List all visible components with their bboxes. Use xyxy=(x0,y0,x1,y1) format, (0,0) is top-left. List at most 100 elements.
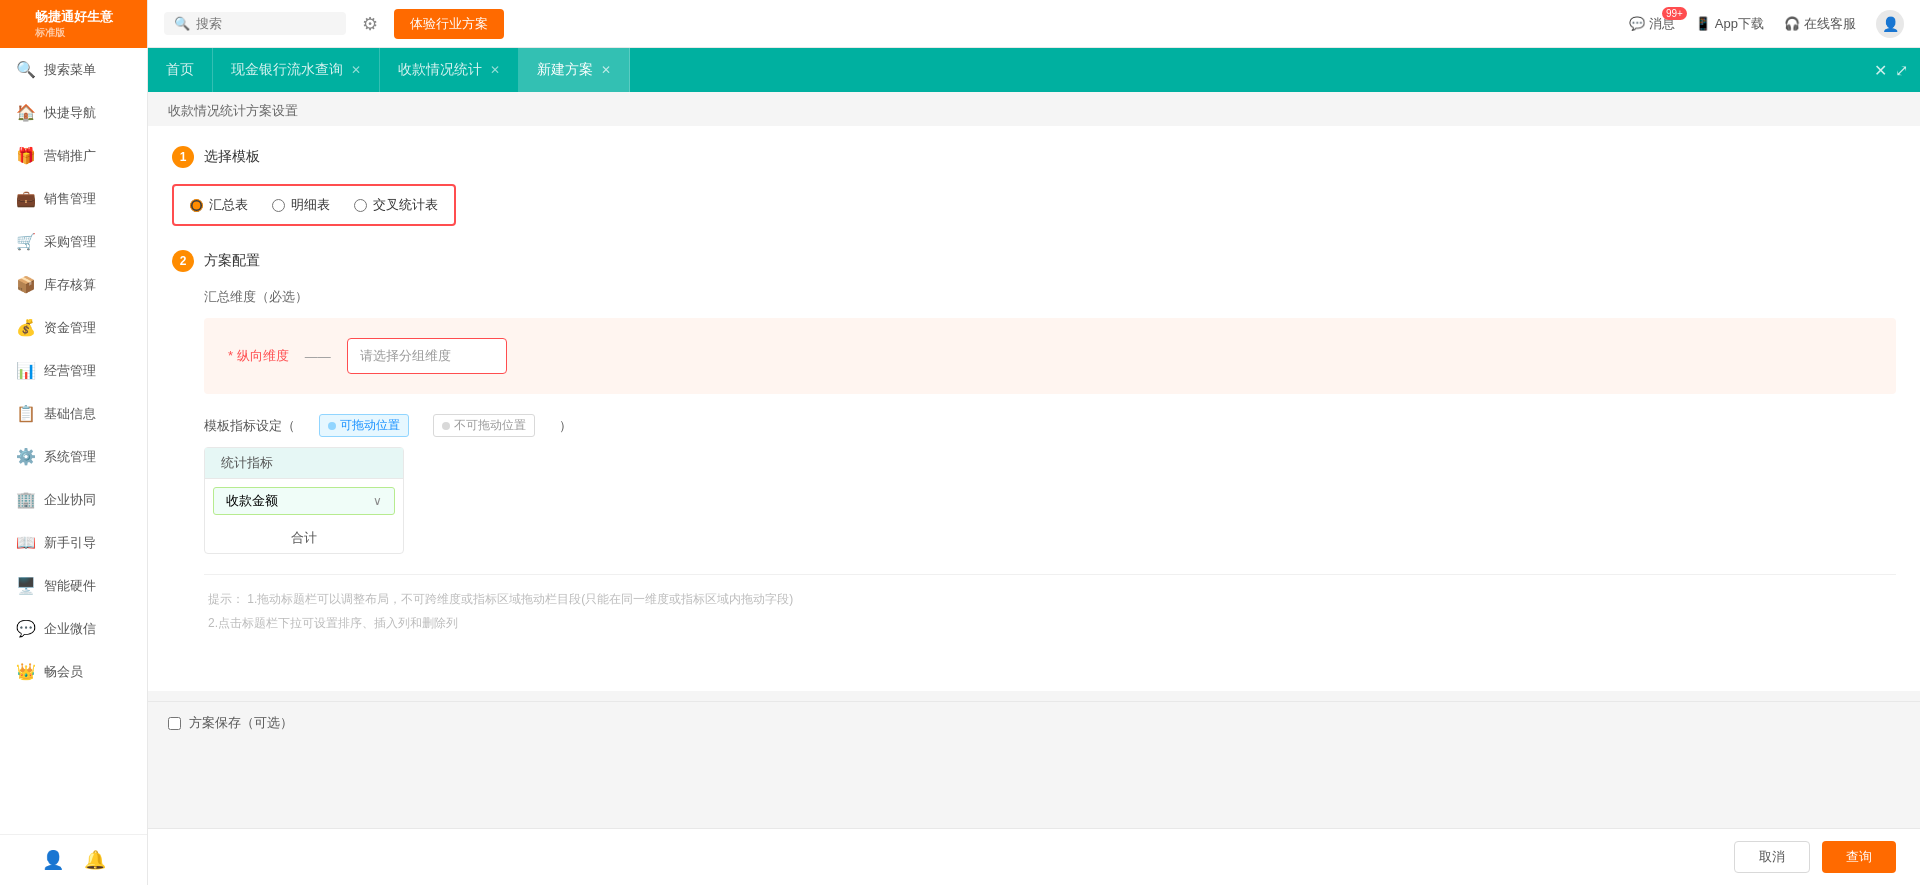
sidebar-item-inventory[interactable]: 📦 库存核算 xyxy=(0,263,147,306)
metrics-col: 收款金额 ∨ 合计 xyxy=(205,487,403,553)
metrics-col-header[interactable]: 收款金额 ∨ xyxy=(213,487,395,515)
tabbar: 首页 现金银行流水查询 ✕ 收款情况统计 ✕ 新建方案 ✕ ✕ ⤢ xyxy=(148,48,1920,92)
tab-home-label: 首页 xyxy=(166,61,194,79)
topbar-search-box[interactable]: 🔍 xyxy=(164,12,346,35)
metrics-section-close: ） xyxy=(559,417,572,435)
metrics-row-total: 合计 xyxy=(205,523,403,553)
save-plan-checkbox[interactable] xyxy=(168,717,181,730)
message-icon: 💬 xyxy=(1629,16,1645,31)
search-input[interactable] xyxy=(196,16,336,31)
step1-num: 1 xyxy=(172,146,194,168)
dim-arrow: —— xyxy=(305,349,331,364)
plan-config: 汇总维度（必选） 纵向维度 —— 请选择分组维度 模板指标设定（ xyxy=(172,288,1896,647)
footer-bar: 方案保存（可选） xyxy=(148,701,1920,744)
step2-section: 2 方案配置 汇总维度（必选） 纵向维度 —— 请选择分组维度 xyxy=(172,250,1896,647)
sidebar-item-basic[interactable]: 📋 基础信息 xyxy=(0,392,147,435)
sidebar-item-label-wechat: 企业微信 xyxy=(44,620,96,638)
template-option-summary[interactable]: 汇总表 xyxy=(190,196,248,214)
book-icon: 📖 xyxy=(16,533,36,552)
sidebar-item-operation[interactable]: 📊 经营管理 xyxy=(0,349,147,392)
industry-plan-button[interactable]: 体验行业方案 xyxy=(394,9,504,39)
non-draggable-dot xyxy=(442,422,450,430)
hint-line-2: 2.点击标题栏下拉可设置排序、插入列和删除列 xyxy=(204,611,1896,635)
topbar-right: 💬 消息 99+ 📱 App下载 🎧 在线客服 👤 xyxy=(1629,10,1904,38)
sidebar-item-label-sales: 销售管理 xyxy=(44,190,96,208)
settings-icon[interactable]: ⚙ xyxy=(362,13,378,35)
template-select-box: 汇总表 明细表 交叉统计表 xyxy=(172,184,456,226)
topbar: 🔍 ⚙ 体验行业方案 💬 消息 99+ 📱 App下载 🎧 在线客服 👤 xyxy=(148,0,1920,48)
sidebar: 畅捷通好生意 标准版 🔍 搜索菜单 🏠 快捷导航 🎁 营销推广 💼 销售管理 🛒… xyxy=(0,0,148,885)
sidebar-item-quick-nav[interactable]: 🏠 快捷导航 xyxy=(0,91,147,134)
tab-receipt-stats[interactable]: 收款情况统计 ✕ xyxy=(380,48,519,92)
dim-select-box[interactable]: 请选择分组维度 xyxy=(347,338,507,374)
sidebar-logo: 畅捷通好生意 标准版 xyxy=(0,0,147,48)
tab-new-plan[interactable]: 新建方案 ✕ xyxy=(519,48,630,92)
sidebar-item-wechat[interactable]: 💬 企业微信 xyxy=(0,607,147,650)
user-avatar[interactable]: 👤 xyxy=(1876,10,1904,38)
sidebar-item-hardware[interactable]: 🖥️ 智能硬件 xyxy=(0,564,147,607)
topbar-search-icon: 🔍 xyxy=(174,16,190,31)
query-button[interactable]: 查询 xyxy=(1822,841,1896,873)
dim-select-placeholder: 请选择分组维度 xyxy=(360,348,451,363)
tab-new-plan-close-icon[interactable]: ✕ xyxy=(601,63,611,77)
step2-num: 2 xyxy=(172,250,194,272)
sidebar-item-corp[interactable]: 🏢 企业协同 xyxy=(0,478,147,521)
template-radio-cross[interactable] xyxy=(354,199,367,212)
sidebar-item-search-menu[interactable]: 🔍 搜索菜单 xyxy=(0,48,147,91)
tab-bank-flow-close-icon[interactable]: ✕ xyxy=(351,63,361,77)
tab-home[interactable]: 首页 xyxy=(148,48,213,92)
step1-header: 1 选择模板 xyxy=(172,146,1896,168)
sidebar-item-label-system: 系统管理 xyxy=(44,448,96,466)
online-service-btn[interactable]: 🎧 在线客服 xyxy=(1784,15,1856,33)
step1-section: 1 选择模板 汇总表 明细表 交叉统计表 xyxy=(172,146,1896,226)
sidebar-item-label-hardware: 智能硬件 xyxy=(44,577,96,595)
sidebar-item-newbie[interactable]: 📖 新手引导 xyxy=(0,521,147,564)
logo-name: 畅捷通好生意 xyxy=(35,8,113,26)
draggable-badge: 可拖动位置 xyxy=(319,414,409,437)
template-label-cross: 交叉统计表 xyxy=(373,196,438,214)
template-radio-detail[interactable] xyxy=(272,199,285,212)
clipboard-icon: 📋 xyxy=(16,404,36,423)
metrics-section-label: 模板指标设定（ xyxy=(204,417,295,435)
logo-tag: 标准版 xyxy=(35,26,113,40)
sidebar-item-finance[interactable]: 💰 资金管理 xyxy=(0,306,147,349)
monitor-icon: 🖥️ xyxy=(16,576,36,595)
sidebar-item-member[interactable]: 👑 畅会员 xyxy=(0,650,147,693)
tab-new-plan-label: 新建方案 xyxy=(537,61,593,79)
template-option-detail[interactable]: 明细表 xyxy=(272,196,330,214)
page-title: 收款情况统计方案设置 xyxy=(148,92,1920,126)
sidebar-item-label-corp: 企业协同 xyxy=(44,491,96,509)
metrics-label-row: 模板指标设定（ 可拖动位置 不可拖动位置 ） xyxy=(204,414,1896,437)
user-avatar-icon: 👤 xyxy=(42,849,64,871)
app-download-btn[interactable]: 📱 App下载 xyxy=(1695,15,1764,33)
tab-bank-flow[interactable]: 现金银行流水查询 ✕ xyxy=(213,48,380,92)
sidebar-item-purchase[interactable]: 🛒 采购管理 xyxy=(0,220,147,263)
save-plan-label: 方案保存（可选） xyxy=(189,714,293,732)
template-option-cross[interactable]: 交叉统计表 xyxy=(354,196,438,214)
gift-icon: 🎁 xyxy=(16,146,36,165)
content-area: 收款情况统计方案设置 1 选择模板 汇总表 明细表 xyxy=(148,92,1920,828)
template-radio-summary[interactable] xyxy=(190,199,203,212)
sidebar-item-system[interactable]: ⚙️ 系统管理 xyxy=(0,435,147,478)
building-icon: 🏢 xyxy=(16,490,36,509)
sidebar-item-sales[interactable]: 💼 销售管理 xyxy=(0,177,147,220)
main-area: 🔍 ⚙ 体验行业方案 💬 消息 99+ 📱 App下载 🎧 在线客服 👤 首页 xyxy=(148,0,1920,885)
cancel-button[interactable]: 取消 xyxy=(1734,841,1810,873)
sidebar-bottom-user[interactable]: 👤 xyxy=(36,843,70,877)
app-download-label: App下载 xyxy=(1715,15,1764,33)
tab-expand-icon[interactable]: ⤢ xyxy=(1895,61,1908,80)
bottom-actions: 取消 查询 xyxy=(148,828,1920,885)
hint-section: 提示： 1.拖动标题栏可以调整布局，不可跨维度或指标区域拖动栏目段(只能在同一维… xyxy=(204,574,1896,647)
notification-btn[interactable]: 💬 消息 99+ xyxy=(1629,15,1675,33)
tabbar-actions: ✕ ⤢ xyxy=(1862,48,1920,92)
metrics-col-label: 收款金额 xyxy=(226,492,278,510)
sidebar-bottom-notify[interactable]: 🔔 xyxy=(78,843,112,877)
sidebar-item-marketing[interactable]: 🎁 营销推广 xyxy=(0,134,147,177)
tab-receipt-stats-close-icon[interactable]: ✕ xyxy=(490,63,500,77)
bell-icon: 🔔 xyxy=(84,849,106,871)
dimension-section-title: 汇总维度（必选） xyxy=(204,288,1896,306)
crown-icon: 👑 xyxy=(16,662,36,681)
tab-close-all-icon[interactable]: ✕ xyxy=(1874,61,1887,80)
headset-icon: 🎧 xyxy=(1784,16,1800,31)
sidebar-item-label-basic: 基础信息 xyxy=(44,405,96,423)
